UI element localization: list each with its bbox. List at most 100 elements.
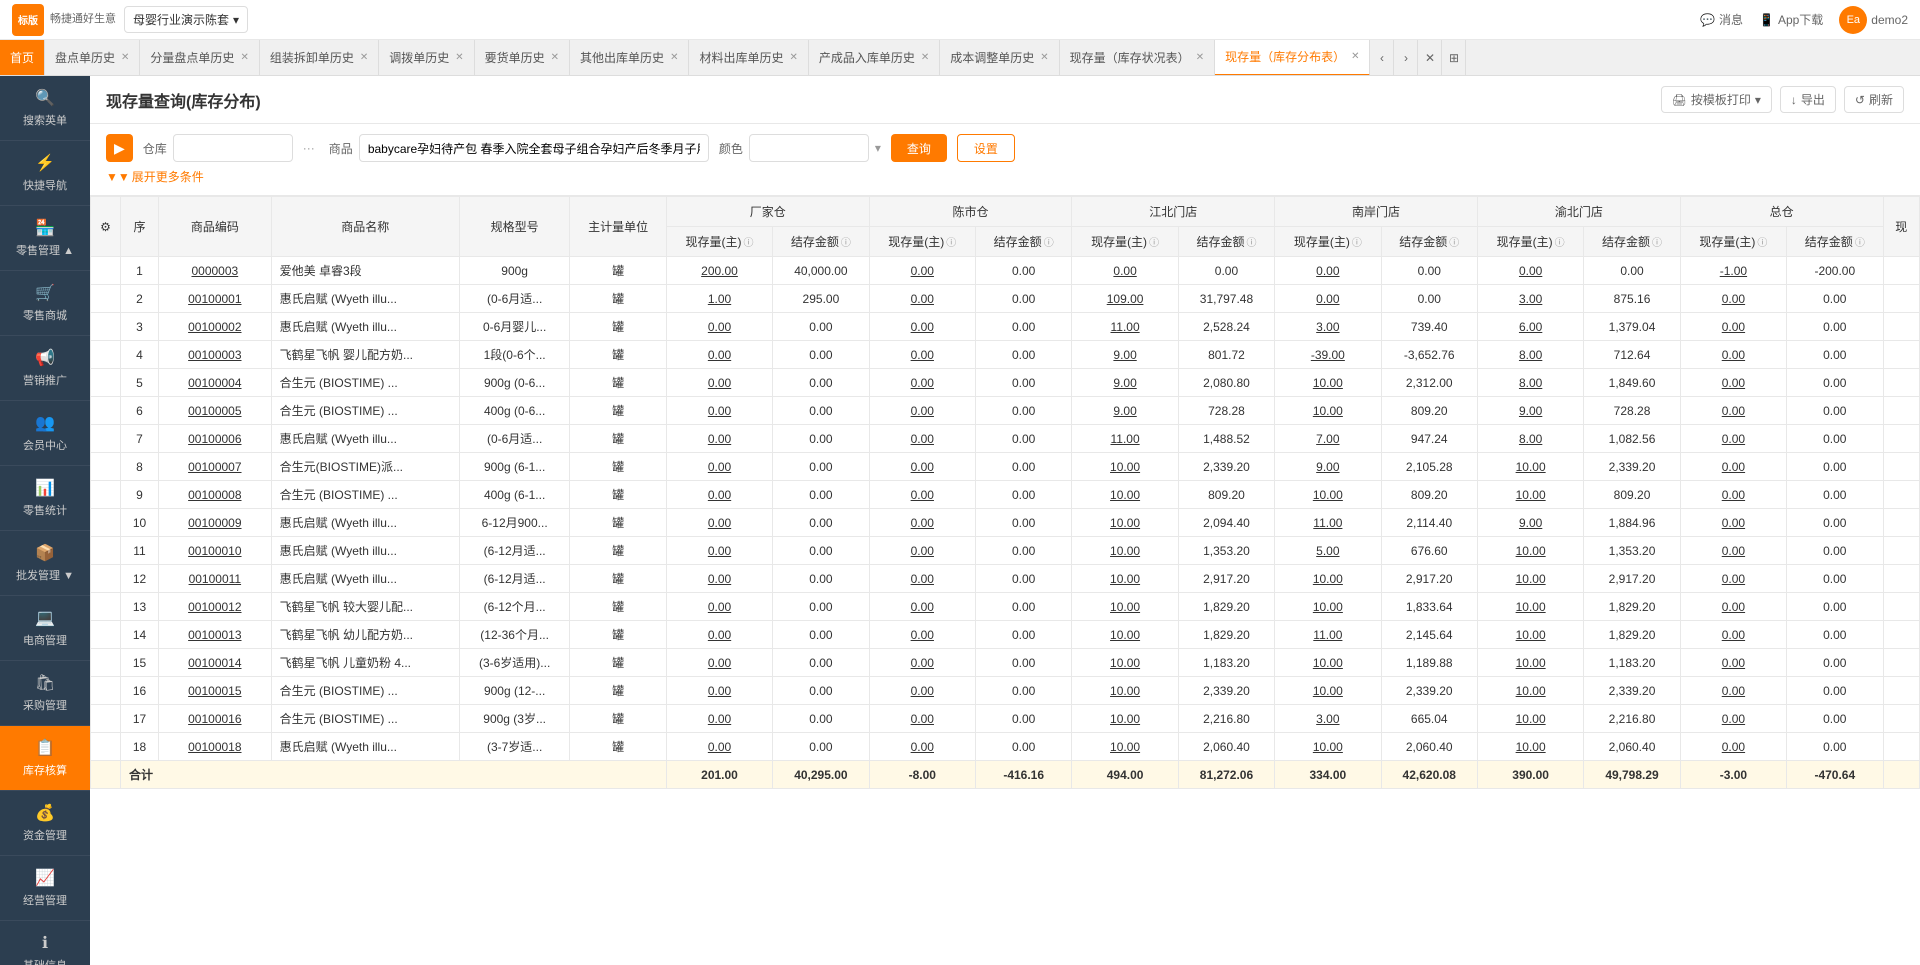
- cell-total-amt: 0.00: [1787, 341, 1883, 369]
- app-download-btn[interactable]: 📱 App下载: [1759, 11, 1823, 28]
- print-btn[interactable]: 🖨 按模板打印 ▾: [1661, 86, 1772, 113]
- sidebar-item-wholesale[interactable]: 📦 批发管理 ▼: [0, 531, 90, 596]
- sidebar-item-finance[interactable]: 💰 资金管理: [0, 791, 90, 856]
- tab-close-icon[interactable]: ✕: [360, 52, 368, 63]
- cell-na-amt: -3,652.76: [1381, 341, 1477, 369]
- cell-name: 惠氏启赋 (Wyeth illu...: [271, 285, 459, 313]
- tab-prev-btn[interactable]: ‹: [1370, 40, 1394, 76]
- sidebar-item-mall[interactable]: 🛒 零售商城: [0, 271, 90, 336]
- th-total: 总仓: [1680, 197, 1883, 227]
- refresh-btn[interactable]: ↺ 刷新: [1844, 86, 1904, 113]
- cell-total-amt: 0.00: [1787, 313, 1883, 341]
- cell-factory-amt: 40,000.00: [773, 257, 869, 285]
- tab-home[interactable]: 首页: [0, 40, 45, 76]
- tab-diaobo[interactable]: 调拨单历史 ✕: [379, 40, 474, 76]
- tab-kucun-zhuangkuang[interactable]: 现存量（库存状况表） ✕: [1060, 40, 1215, 76]
- message-btn[interactable]: 💬 消息: [1700, 11, 1743, 28]
- cell-code: 00100002: [159, 313, 272, 341]
- tab-cailiaochu[interactable]: 材料出库单历史 ✕: [689, 40, 808, 76]
- sidebar-item-basic-info[interactable]: ℹ 基础信息: [0, 921, 90, 965]
- tab-chenben[interactable]: 成本调整单历史 ✕: [940, 40, 1059, 76]
- cell-yb-stock: 10.00: [1477, 593, 1583, 621]
- tab-close-icon[interactable]: ✕: [1196, 52, 1204, 63]
- tab-expand-btn[interactable]: ⊞: [1442, 40, 1466, 76]
- logo-text: 畅捷通好生意: [50, 13, 116, 26]
- sidebar-item-retail-stats[interactable]: 📊 零售统计: [0, 466, 90, 531]
- sidebar-item-marketing[interactable]: 📢 营销推广: [0, 336, 90, 401]
- cell-total-amt: 0.00: [1787, 285, 1883, 313]
- tab-close-icon[interactable]: ✕: [455, 52, 463, 63]
- tab-close-icon[interactable]: ✕: [240, 52, 248, 63]
- user-menu[interactable]: Ea demo2: [1839, 6, 1908, 34]
- purchase-icon: 🛍: [6, 673, 84, 693]
- sidebar-item-retail-mgmt[interactable]: 🏪 零售管理 ▲: [0, 206, 90, 271]
- cell-yb-amt: 875.16: [1584, 285, 1680, 313]
- logo-area: 标版 畅捷通好生意: [12, 4, 116, 36]
- cell-yb-amt: 1,884.96: [1584, 509, 1680, 537]
- color-input[interactable]: [749, 134, 869, 162]
- cell-total-amt: 0.00: [1787, 425, 1883, 453]
- cell-yb-stock: 10.00: [1477, 481, 1583, 509]
- goods-input[interactable]: [359, 134, 709, 162]
- tab-close-icon[interactable]: ✕: [551, 52, 559, 63]
- tab-close-icon[interactable]: ✕: [1040, 52, 1048, 63]
- cell-factory-stock: 0.00: [666, 425, 772, 453]
- dots-icon[interactable]: ···: [299, 141, 319, 155]
- summary-gear: [91, 761, 121, 789]
- store-selector[interactable]: 母婴行业演示陈套 ▾: [124, 6, 248, 33]
- th-gear[interactable]: ⚙: [91, 197, 121, 257]
- sidebar-item-search[interactable]: 🔍 搜索英单: [0, 76, 90, 141]
- cell-factory-amt: 0.00: [773, 453, 869, 481]
- cell-cs-stock: 0.00: [869, 425, 975, 453]
- tab-qitachu[interactable]: 其他出库单历史 ✕: [570, 40, 689, 76]
- cell-yb-amt: 712.64: [1584, 341, 1680, 369]
- export-btn[interactable]: ↓ 导出: [1780, 86, 1836, 113]
- expand-conditions-btn[interactable]: ▼▼ 展开更多条件: [106, 168, 1904, 185]
- cell-name: 飞鹤星飞帆 婴儿配方奶...: [271, 341, 459, 369]
- sidebar-item-purchase[interactable]: 🛍 采购管理: [0, 661, 90, 726]
- cell-current: [1883, 593, 1920, 621]
- sidebar-item-ecommerce[interactable]: 💻 电商管理: [0, 596, 90, 661]
- tab-zuzhuan[interactable]: 组装拆卸单历史 ✕: [260, 40, 379, 76]
- tab-close-icon[interactable]: ✕: [1351, 51, 1359, 62]
- summary-total-stock: -3.00: [1680, 761, 1786, 789]
- table-row: 11 00100010 惠氏启赋 (Wyeth illu... (6-12月适.…: [91, 537, 1920, 565]
- query-button[interactable]: 查询: [891, 134, 947, 162]
- page-header: 现存量查询(库存分布) 🖨 按模板打印 ▾ ↓ 导出 ↺ 刷新: [90, 76, 1920, 124]
- cell-total-amt: 0.00: [1787, 453, 1883, 481]
- warehouse-input[interactable]: [173, 134, 293, 162]
- collapse-btn[interactable]: ▶: [106, 134, 133, 162]
- message-icon: 💬: [1700, 13, 1715, 27]
- sidebar-item-nav[interactable]: ⚡ 快捷导航: [0, 141, 90, 206]
- sidebar-item-member[interactable]: 👥 会员中心: [0, 401, 90, 466]
- tab-next-btn[interactable]: ›: [1394, 40, 1418, 76]
- sidebar-item-operations[interactable]: 📈 经营管理: [0, 856, 90, 921]
- cell-cs-stock: 0.00: [869, 481, 975, 509]
- data-table: ⚙ 序 商品编码 商品名称 规格型号 主计量单位 厂家仓 陈市仓 江北门店 南岸…: [90, 196, 1920, 789]
- tab-close-icon[interactable]: ✕: [789, 52, 797, 63]
- tab-fenpandian[interactable]: 分量盘点单历史 ✕: [140, 40, 259, 76]
- tab-close-icon[interactable]: ✕: [121, 52, 129, 63]
- cell-gear: [91, 593, 121, 621]
- cell-unit: 罐: [570, 453, 666, 481]
- info-icon: ⓘ: [1652, 234, 1662, 249]
- th-unit: 主计量单位: [570, 197, 666, 257]
- tab-kucun-fenbu[interactable]: 现存量（库存分布表） ✕: [1215, 40, 1370, 76]
- summary-jb-amt: 81,272.06: [1178, 761, 1274, 789]
- tab-close-icon[interactable]: ✕: [670, 52, 678, 63]
- tab-chanchenpin[interactable]: 产成品入库单历史 ✕: [809, 40, 940, 76]
- setting-button[interactable]: 设置: [957, 134, 1015, 162]
- summary-na-stock: 334.00: [1275, 761, 1381, 789]
- cell-cs-amt: 0.00: [975, 341, 1071, 369]
- cell-current: [1883, 649, 1920, 677]
- sidebar-item-inventory[interactable]: 📋 库存核算: [0, 726, 90, 791]
- cell-cs-stock: 0.00: [869, 313, 975, 341]
- tab-pandian[interactable]: 盘点单历史 ✕: [45, 40, 140, 76]
- tab-yaohuo[interactable]: 要货单历史 ✕: [475, 40, 570, 76]
- export-label: 导出: [1801, 91, 1825, 108]
- cell-unit: 罐: [570, 369, 666, 397]
- cell-index: 7: [121, 425, 159, 453]
- tab-close-icon[interactable]: ✕: [921, 52, 929, 63]
- cell-yb-stock: 3.00: [1477, 285, 1583, 313]
- tab-close-all-btn[interactable]: ✕: [1418, 40, 1442, 76]
